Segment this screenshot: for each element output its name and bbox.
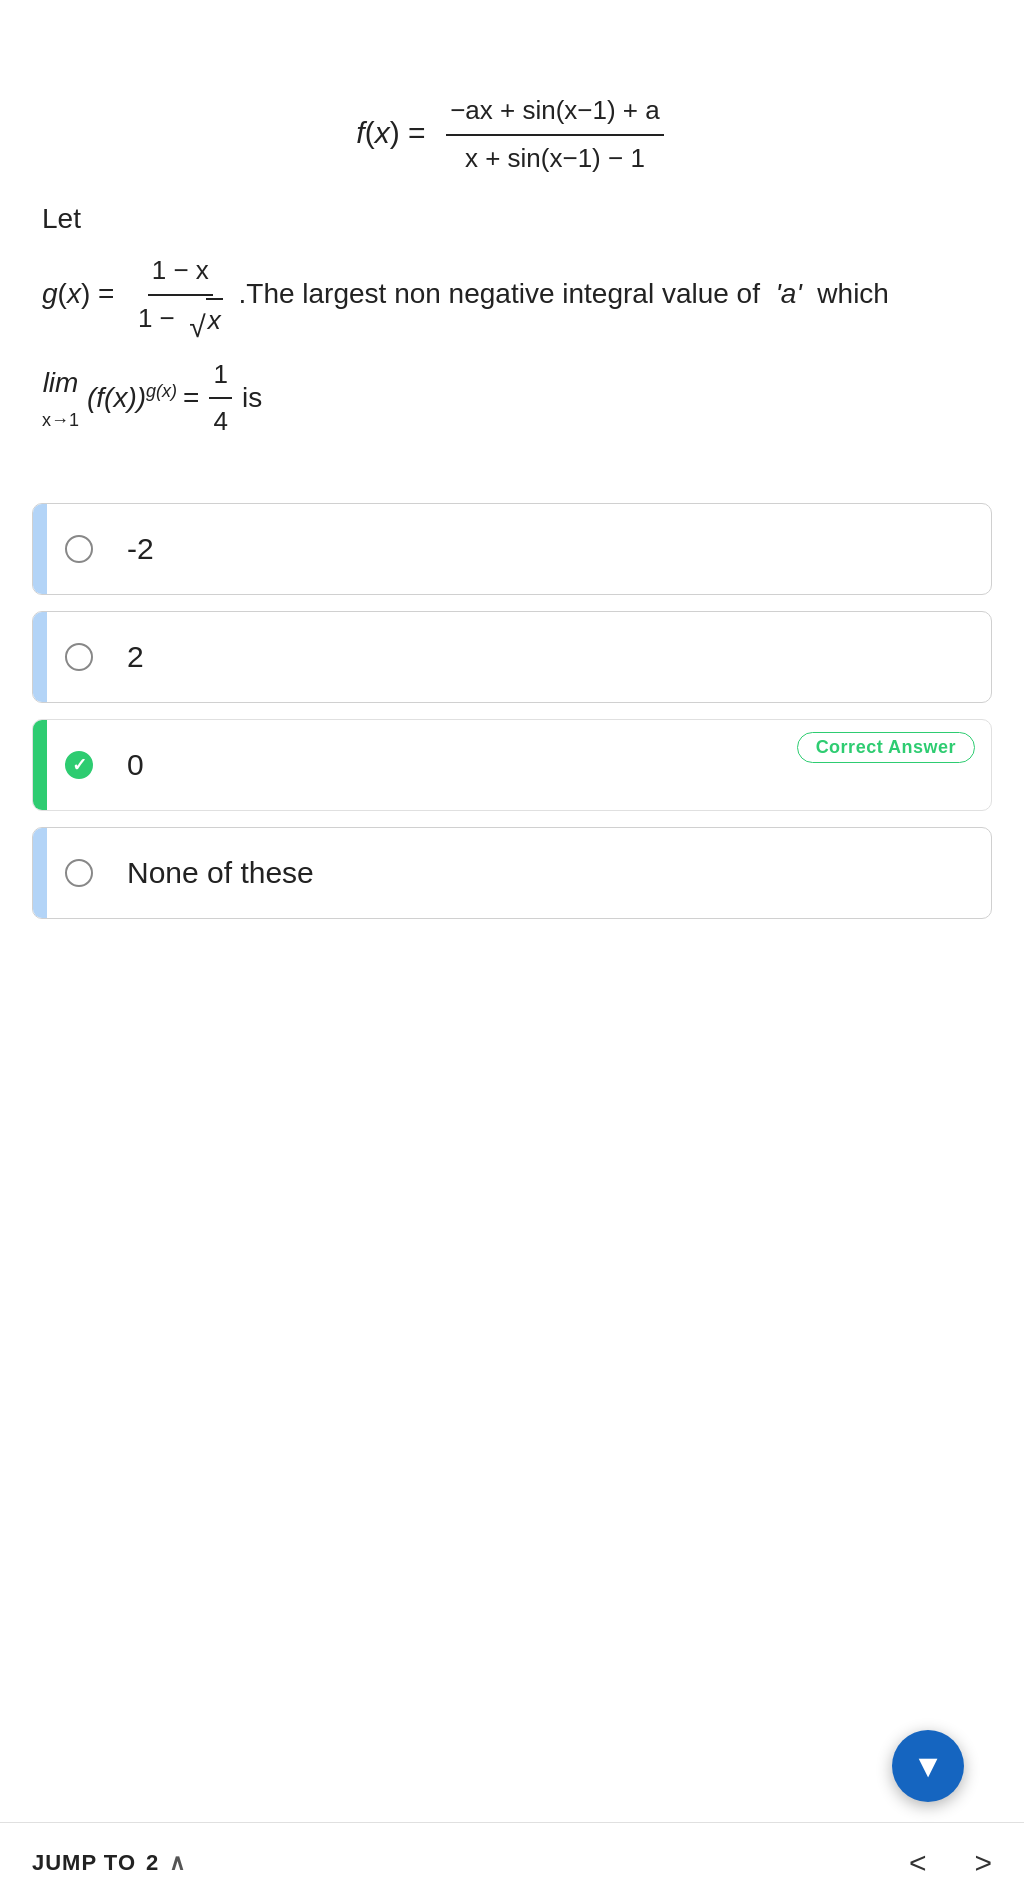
option-c-radio[interactable]: ✓ bbox=[65, 751, 93, 779]
jump-caret[interactable]: ∧ bbox=[169, 1850, 186, 1876]
fx-var: x bbox=[375, 116, 390, 149]
result-numerator: 1 bbox=[209, 354, 231, 400]
result-fraction: 1 4 bbox=[209, 354, 231, 443]
description-text: .The largest non negative integral value… bbox=[239, 278, 760, 309]
jump-number: 2 bbox=[146, 1850, 159, 1876]
sqrt-symbol: √ bbox=[189, 312, 205, 342]
option-b-radio-area bbox=[47, 643, 111, 671]
lim-superscript: g(x) bbox=[146, 380, 177, 400]
fx-formula: f(x) = −ax + sin(x−1) + a x + sin(x−1) −… bbox=[42, 90, 982, 179]
option-a-sidebar bbox=[33, 504, 47, 594]
option-d-value: None of these bbox=[127, 856, 314, 890]
lim-expression: (f(x))g(x) bbox=[87, 376, 177, 421]
prev-arrow[interactable]: < bbox=[909, 1846, 927, 1880]
lim-under: lim x→1 bbox=[42, 361, 79, 435]
fx-label: f bbox=[356, 116, 364, 149]
fx-numerator: −ax + sin(x−1) + a bbox=[446, 90, 664, 136]
let-label: Let bbox=[42, 203, 81, 234]
page-container: f(x) = −ax + sin(x−1) + a x + sin(x−1) −… bbox=[0, 0, 1024, 1902]
correct-answer-badge: Correct Answer bbox=[797, 732, 975, 763]
option-c-value: 0 bbox=[127, 748, 144, 782]
option-d-sidebar bbox=[33, 828, 47, 918]
option-a-value: -2 bbox=[127, 532, 154, 566]
jump-to-label: JUMP TO bbox=[32, 1850, 136, 1876]
option-b-content: 2 bbox=[111, 624, 991, 690]
fx-fraction: −ax + sin(x−1) + a x + sin(x−1) − 1 bbox=[446, 90, 664, 179]
gx-denominator: 1 − √ x bbox=[134, 296, 227, 342]
nav-arrows: < > bbox=[909, 1846, 992, 1880]
bottom-spacer bbox=[32, 949, 992, 1049]
which-text: which bbox=[817, 278, 889, 309]
sqrt-wrapper: √ x bbox=[189, 298, 222, 342]
result-denominator: 4 bbox=[209, 399, 231, 443]
bottom-bar: JUMP TO 2 ∧ < > bbox=[0, 1822, 1024, 1902]
sqrt-content: x bbox=[206, 298, 223, 342]
lim-line: lim x→1 (f(x))g(x) = 1 4 is bbox=[42, 354, 982, 443]
gx-formula: g(x) = 1 − x 1 − √ x .The largest non ne… bbox=[42, 250, 982, 342]
fx-denominator: x + sin(x−1) − 1 bbox=[461, 136, 649, 180]
italic-a: 'a' bbox=[776, 278, 802, 309]
question-section: f(x) = −ax + sin(x−1) + a x + sin(x−1) −… bbox=[32, 60, 992, 493]
option-b-radio[interactable] bbox=[65, 643, 93, 671]
option-d[interactable]: None of these bbox=[32, 827, 992, 919]
option-a-radio-area bbox=[47, 535, 111, 563]
gx-label: g bbox=[42, 278, 58, 309]
option-b[interactable]: 2 bbox=[32, 611, 992, 703]
lim-sub: x→1 bbox=[42, 406, 79, 435]
let-line: Let bbox=[42, 197, 982, 242]
gx-fraction: 1 − x 1 − √ x bbox=[134, 250, 227, 342]
option-a-content: -2 bbox=[111, 516, 991, 582]
option-a-radio[interactable] bbox=[65, 535, 93, 563]
option-c[interactable]: ✓ 0 Correct Answer bbox=[32, 719, 992, 811]
option-d-radio[interactable] bbox=[65, 859, 93, 887]
gx-numerator: 1 − x bbox=[148, 250, 213, 296]
option-b-value: 2 bbox=[127, 640, 144, 674]
option-b-sidebar bbox=[33, 612, 47, 702]
filter-fab[interactable]: ▼ bbox=[892, 1730, 964, 1802]
filter-icon: ▼ bbox=[912, 1748, 944, 1785]
option-c-radio-area: ✓ bbox=[47, 751, 111, 779]
lim-label: lim bbox=[43, 361, 79, 406]
option-d-content: None of these bbox=[111, 840, 991, 906]
equals-sign: = bbox=[183, 376, 199, 421]
option-a[interactable]: -2 bbox=[32, 503, 992, 595]
jump-to-section: JUMP TO 2 ∧ bbox=[32, 1850, 186, 1876]
option-c-sidebar bbox=[33, 720, 47, 810]
is-text: is bbox=[242, 376, 262, 421]
next-arrow[interactable]: > bbox=[974, 1846, 992, 1880]
option-d-radio-area bbox=[47, 859, 111, 887]
options-section: -2 2 ✓ 0 Correct Answer bbox=[32, 493, 992, 949]
checkmark-icon: ✓ bbox=[72, 756, 87, 774]
